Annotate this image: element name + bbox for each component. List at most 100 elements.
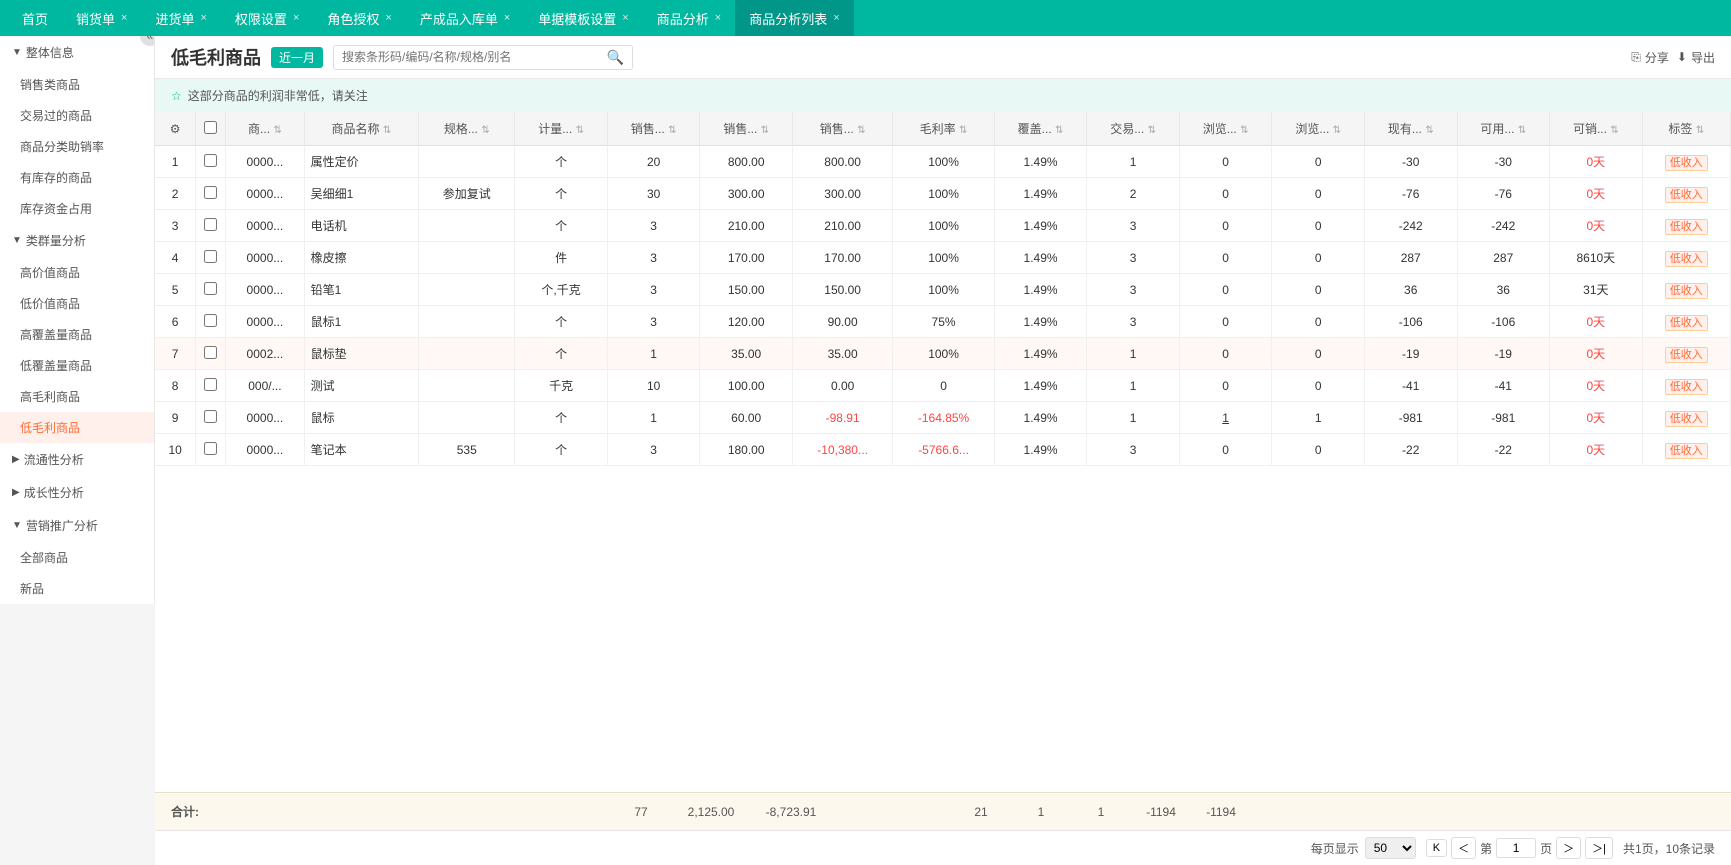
row-views1: 0	[1179, 146, 1272, 178]
row-available-stock: -22	[1457, 434, 1550, 466]
nav-sales-order[interactable]: 销货单 ×	[62, 0, 141, 36]
row-checkbox[interactable]	[196, 146, 226, 178]
row-checkbox[interactable]	[196, 178, 226, 210]
nav-product-analysis[interactable]: 商品分析 ×	[643, 0, 735, 36]
row-checkbox[interactable]	[196, 210, 226, 242]
sidebar-item-all-products[interactable]: 全部商品	[0, 542, 154, 573]
last-page-button[interactable]: ＞|	[1585, 837, 1613, 859]
row-select-checkbox[interactable]	[204, 410, 217, 423]
col-sales-price[interactable]: 销售... ⇅	[700, 112, 793, 146]
first-page-button[interactable]: K	[1426, 839, 1447, 857]
row-select-checkbox[interactable]	[204, 218, 217, 231]
row-available-stock: -106	[1457, 306, 1550, 338]
sidebar-group-overall[interactable]: ▼ 整体信息	[0, 36, 154, 69]
sidebar-item-traded-products[interactable]: 交易过的商品	[0, 100, 154, 131]
close-icon[interactable]: ×	[385, 12, 391, 24]
col-tag[interactable]: 标签 ⇅	[1642, 112, 1730, 146]
next-page-button[interactable]: ＞	[1556, 837, 1581, 859]
info-icon: ☆	[171, 89, 182, 103]
row-select-checkbox[interactable]	[204, 282, 217, 295]
sidebar-item-inventory-capital[interactable]: 库存资金占用	[0, 193, 154, 224]
sidebar-item-in-stock[interactable]: 有库存的商品	[0, 162, 154, 193]
col-spec[interactable]: 规格... ⇅	[419, 112, 515, 146]
row-checkbox[interactable]	[196, 274, 226, 306]
col-current-stock[interactable]: 现有... ⇅	[1364, 112, 1457, 146]
row-select-checkbox[interactable]	[204, 314, 217, 327]
nav-purchase-order[interactable]: 进货单 ×	[141, 0, 220, 36]
row-checkbox[interactable]	[196, 338, 226, 370]
sidebar-item-high-margin[interactable]: 高毛利商品	[0, 381, 154, 412]
col-select-all[interactable]	[196, 112, 226, 146]
close-icon[interactable]: ×	[715, 12, 721, 24]
nav-permissions[interactable]: 权限设置 ×	[221, 0, 313, 36]
select-all-checkbox[interactable]	[204, 121, 217, 134]
row-views1[interactable]: 1	[1179, 402, 1272, 434]
sidebar-item-low-value[interactable]: 低价值商品	[0, 288, 154, 319]
sidebar-group-circulation[interactable]: ▶ 流通性分析	[0, 443, 154, 476]
time-range-button[interactable]: 近一月	[271, 47, 323, 68]
close-icon[interactable]: ×	[293, 12, 299, 24]
row-checkbox[interactable]	[196, 370, 226, 402]
nav-product-analysis-list[interactable]: 商品分析列表 ×	[735, 0, 853, 36]
col-sellable-days[interactable]: 可销... ⇅	[1550, 112, 1643, 146]
col-settings[interactable]: ⚙	[155, 112, 196, 146]
row-select-checkbox[interactable]	[204, 378, 217, 391]
row-checkbox[interactable]	[196, 402, 226, 434]
search-input[interactable]	[342, 50, 607, 64]
col-sales-qty[interactable]: 销售... ⇅	[607, 112, 700, 146]
sidebar-group-cluster[interactable]: ▼ 类群量分析	[0, 224, 154, 257]
row-spec	[419, 370, 515, 402]
row-spec	[419, 306, 515, 338]
col-name[interactable]: 商品名称 ⇅	[304, 112, 419, 146]
col-coverage[interactable]: 覆盖... ⇅	[994, 112, 1087, 146]
nav-finished-goods[interactable]: 产成品入库单 ×	[406, 0, 524, 36]
table-row: 6 0000... 鼠标1 个 3 120.00 90.00 75% 1.49%…	[155, 306, 1731, 338]
col-views1[interactable]: 浏览... ⇅	[1179, 112, 1272, 146]
close-icon[interactable]: ×	[200, 12, 206, 24]
close-icon[interactable]: ×	[622, 12, 628, 24]
sidebar-group-marketing[interactable]: ▼ 营销推广分析	[0, 509, 154, 542]
sidebar-item-low-coverage[interactable]: 低覆盖量商品	[0, 350, 154, 381]
col-sales-profit[interactable]: 销售... ⇅	[792, 112, 892, 146]
close-icon[interactable]: ×	[504, 12, 510, 24]
total-empty-name	[371, 805, 491, 819]
row-checkbox[interactable]	[196, 434, 226, 466]
page-number-input[interactable]	[1496, 838, 1536, 858]
row-select-checkbox[interactable]	[204, 154, 217, 167]
row-available-stock: 287	[1457, 242, 1550, 274]
sidebar-item-category-sales-rate[interactable]: 商品分类助销率	[0, 131, 154, 162]
row-select-checkbox[interactable]	[204, 346, 217, 359]
row-select-checkbox[interactable]	[204, 186, 217, 199]
per-page-select[interactable]: 50 20 100	[1365, 837, 1416, 859]
row-tag: 低收入	[1642, 434, 1730, 466]
col-gross-margin[interactable]: 毛利率 ⇅	[893, 112, 994, 146]
row-sales-qty: 10	[607, 370, 700, 402]
share-button[interactable]: ⎘ 分享	[1631, 49, 1669, 66]
nav-template-settings[interactable]: 单据模板设置 ×	[524, 0, 642, 36]
search-icon[interactable]: 🔍	[607, 49, 624, 66]
sidebar-item-new-products[interactable]: 新品	[0, 573, 154, 604]
sidebar-item-low-margin[interactable]: 低毛利商品	[0, 412, 154, 443]
row-select-checkbox[interactable]	[204, 442, 217, 455]
row-select-checkbox[interactable]	[204, 250, 217, 263]
prev-page-button[interactable]: ＜	[1451, 837, 1476, 859]
row-coverage: 1.49%	[994, 242, 1087, 274]
nav-role-auth[interactable]: 角色授权 ×	[313, 0, 405, 36]
row-checkbox[interactable]	[196, 306, 226, 338]
sidebar-group-growth[interactable]: ▶ 成长性分析	[0, 476, 154, 509]
col-views2[interactable]: 浏览... ⇅	[1272, 112, 1365, 146]
col-available-stock[interactable]: 可用... ⇅	[1457, 112, 1550, 146]
nav-home[interactable]: 首页	[8, 0, 62, 36]
col-unit[interactable]: 计量... ⇅	[515, 112, 608, 146]
sidebar-item-sales-products[interactable]: 销售类商品	[0, 69, 154, 100]
sidebar-item-high-value[interactable]: 高价值商品	[0, 257, 154, 288]
col-transactions[interactable]: 交易... ⇅	[1087, 112, 1180, 146]
row-name: 铅笔1	[304, 274, 419, 306]
export-button[interactable]: ⬇ 导出	[1677, 49, 1715, 66]
row-sellable-days: 0天	[1550, 402, 1643, 434]
row-checkbox[interactable]	[196, 242, 226, 274]
col-code[interactable]: 商... ⇅	[226, 112, 304, 146]
close-icon[interactable]: ×	[833, 12, 839, 24]
sidebar-item-high-coverage[interactable]: 高覆盖量商品	[0, 319, 154, 350]
close-icon[interactable]: ×	[121, 12, 127, 24]
